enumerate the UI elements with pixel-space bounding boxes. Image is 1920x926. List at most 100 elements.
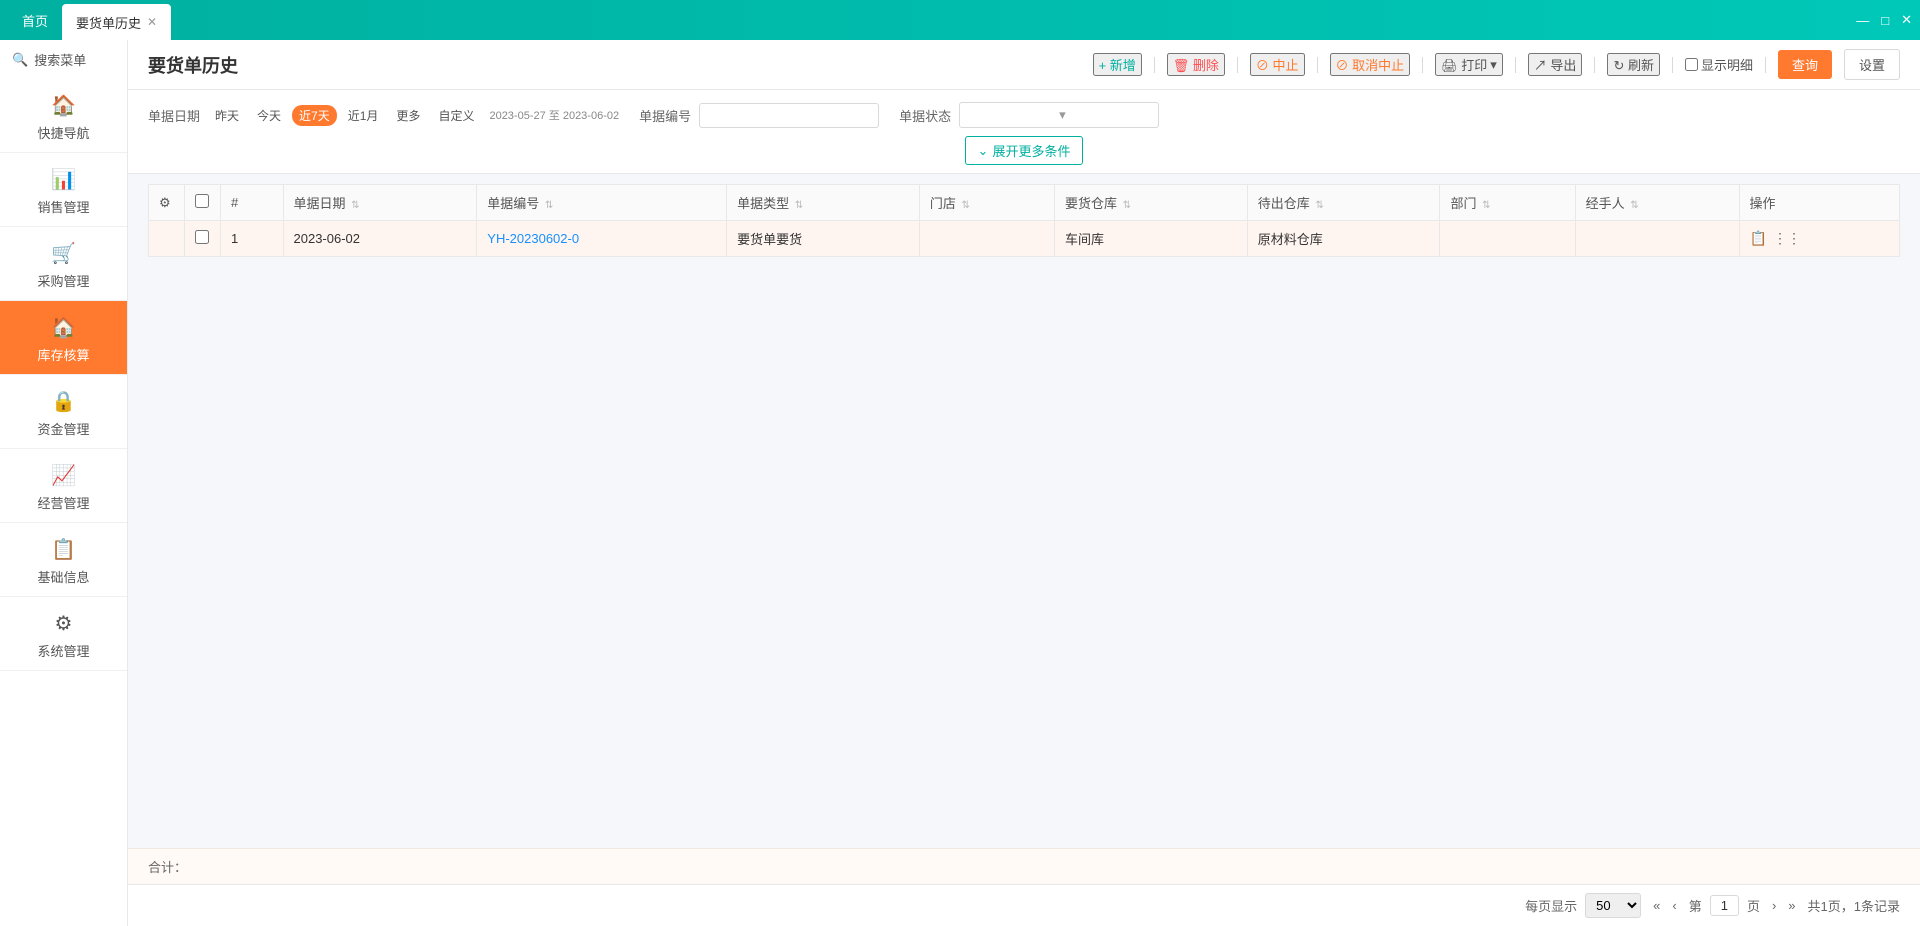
- quick-nav-icon: 🏠: [51, 93, 76, 118]
- filter-area: 单据日期 昨天 今天 近7天 近1月 更多 自定义 2023-05-27 至 2…: [128, 90, 1920, 174]
- cell-index: 1: [221, 221, 284, 257]
- cell-doc-number[interactable]: YH-20230602-0: [477, 221, 727, 257]
- pagination-bar: 每页显示 20 50 100 « ‹ 第 1 页 › » 共1页，1条记录: [128, 884, 1920, 926]
- cell-req-warehouse: 车间库: [1054, 221, 1247, 257]
- th-doc-type[interactable]: 单据类型 ⇅: [727, 185, 920, 221]
- top-bar: 首页 要货单历史 ✕ — □ ✕: [0, 0, 1920, 40]
- row-actions: 📋 ⋮⋮: [1750, 230, 1889, 247]
- date-shortcuts: 昨天 今天 近7天 近1月 更多 自定义: [208, 105, 481, 126]
- date-filter-label: 单据日期: [148, 106, 200, 125]
- cell-checkbox: [185, 221, 221, 257]
- doc-status-label: 单据状态: [899, 106, 951, 125]
- sidebar-item-finance[interactable]: 🔒 资金管理: [0, 375, 127, 449]
- window-maximize[interactable]: □: [1881, 13, 1889, 28]
- th-req-warehouse[interactable]: 要货仓库 ⇅: [1054, 185, 1247, 221]
- tab-close-icon[interactable]: ✕: [147, 15, 157, 29]
- sidebar-item-sales[interactable]: 📊 销售管理: [0, 153, 127, 227]
- th-department[interactable]: 部门 ⇅: [1440, 185, 1575, 221]
- select-all-checkbox[interactable]: [195, 194, 209, 208]
- doc-number-label: 单据编号: [639, 106, 691, 125]
- doc-status-filter-group: 单据状态 ▾: [899, 102, 1159, 128]
- tab-home[interactable]: 首页: [8, 0, 62, 40]
- cell-department: [1440, 221, 1575, 257]
- window-close[interactable]: ✕: [1901, 12, 1912, 28]
- sidebar-item-basic-info[interactable]: 📋 基础信息: [0, 523, 127, 597]
- tab-home-label: 首页: [22, 11, 48, 30]
- filter-row-1: 单据日期 昨天 今天 近7天 近1月 更多 自定义 2023-05-27 至 2…: [148, 102, 1900, 128]
- table-header-row: ⚙ # 单据日期 ⇅ 单据编号 ⇅: [149, 185, 1900, 221]
- sidebar-item-purchase[interactable]: 🛒 采购管理: [0, 227, 127, 301]
- th-handler-label: 经手人: [1586, 196, 1625, 211]
- sidebar-item-inventory[interactable]: 🏠 库存核算: [0, 301, 127, 375]
- row-checkbox[interactable]: [195, 230, 209, 244]
- sort-pending-warehouse-icon: ⇅: [1315, 200, 1323, 211]
- print-button[interactable]: 🖨 打印 ▾: [1435, 53, 1503, 76]
- purchase-icon: 🛒: [51, 241, 76, 266]
- current-page-input[interactable]: 1: [1710, 895, 1739, 916]
- expand-more-button[interactable]: ⌄ 展开更多条件: [965, 136, 1084, 165]
- divider: [1765, 57, 1766, 73]
- sidebar-item-label: 资金管理: [37, 419, 89, 438]
- page-next-button[interactable]: ›: [1768, 896, 1780, 915]
- pagination-nav: « ‹ 第 1 页 › »: [1649, 894, 1799, 917]
- refresh-button[interactable]: ↻ 刷新: [1607, 53, 1660, 76]
- th-doc-number[interactable]: 单据编号 ⇅: [477, 185, 727, 221]
- export-button[interactable]: ↗ 导出: [1528, 53, 1583, 76]
- delete-button[interactable]: 🗑 删除: [1167, 53, 1225, 76]
- sidebar-search[interactable]: 🔍 搜索菜单: [0, 40, 127, 79]
- date-btn-custom[interactable]: 自定义: [431, 105, 481, 126]
- sort-handler-icon: ⇅: [1630, 200, 1638, 211]
- query-button[interactable]: 查询: [1778, 50, 1832, 79]
- doc-status-select[interactable]: ▾: [959, 102, 1159, 128]
- row-more-icon[interactable]: ⋮⋮: [1773, 230, 1801, 247]
- th-actions: 操作: [1739, 185, 1899, 221]
- th-doc-date[interactable]: 单据日期 ⇅: [283, 185, 477, 221]
- date-btn-yesterday[interactable]: 昨天: [208, 105, 246, 126]
- show-detail-checkbox[interactable]: [1685, 58, 1698, 71]
- settings-icon: ⚙: [159, 195, 171, 210]
- total-info: 共1页，1条记录: [1808, 896, 1900, 915]
- th-store-label: 门店: [930, 196, 956, 211]
- th-pending-warehouse[interactable]: 待出仓库 ⇅: [1247, 185, 1440, 221]
- th-settings[interactable]: ⚙: [149, 185, 185, 221]
- sort-doc-number-icon: ⇅: [545, 200, 553, 211]
- cell-handler: [1575, 221, 1739, 257]
- date-btn-today[interactable]: 今天: [250, 105, 288, 126]
- tab-requisition-history[interactable]: 要货单历史 ✕: [62, 4, 171, 40]
- sidebar-item-label: 基础信息: [37, 567, 89, 586]
- settings-button[interactable]: 设置: [1844, 49, 1900, 80]
- new-button[interactable]: + 新增: [1093, 53, 1142, 76]
- page-first-button[interactable]: «: [1649, 896, 1664, 915]
- sidebar-item-system[interactable]: ⚙ 系统管理: [0, 597, 127, 671]
- divider: [1672, 57, 1673, 73]
- page-last-button[interactable]: »: [1784, 896, 1799, 915]
- window-minimize[interactable]: —: [1856, 13, 1869, 28]
- header-actions: + 新增 🗑 删除 ⊘ 中止 ⊘ 取消中止 🖨 打印 ▾ ↗ 导出 ↻ 刷新: [1093, 49, 1900, 80]
- cell-pending-warehouse: 原材料仓库: [1247, 221, 1440, 257]
- stop-button[interactable]: ⊘ 中止: [1250, 53, 1305, 76]
- doc-number-input[interactable]: [699, 103, 879, 128]
- th-store[interactable]: 门店 ⇅: [919, 185, 1054, 221]
- sort-doc-date-icon: ⇅: [351, 200, 359, 211]
- date-btn-last1month[interactable]: 近1月: [341, 105, 386, 126]
- date-btn-more[interactable]: 更多: [389, 105, 427, 126]
- cell-row-settings: [149, 221, 185, 257]
- doc-number-link[interactable]: YH-20230602-0: [487, 231, 579, 246]
- cancel-stop-button[interactable]: ⊘ 取消中止: [1330, 53, 1411, 76]
- show-detail-toggle[interactable]: 显示明细: [1685, 55, 1753, 74]
- expand-label: 展开更多条件: [992, 141, 1070, 160]
- sidebar-item-quick-nav[interactable]: 🏠 快捷导航: [0, 79, 127, 153]
- window-controls: — □ ✕: [1856, 12, 1912, 28]
- sort-req-warehouse-icon: ⇅: [1123, 200, 1131, 211]
- sidebar-item-label: 库存核算: [37, 345, 89, 364]
- page-size-select[interactable]: 20 50 100: [1585, 893, 1641, 918]
- content-area: 要货单历史 + 新增 🗑 删除 ⊘ 中止 ⊘ 取消中止 🖨 打印 ▾ ↗ 导出 …: [128, 40, 1920, 926]
- sidebar-item-operations[interactable]: 📈 经营管理: [0, 449, 127, 523]
- th-handler[interactable]: 经手人 ⇅: [1575, 185, 1739, 221]
- date-range-display: 2023-05-27 至 2023-06-02: [489, 107, 619, 123]
- cell-doc-type: 要货单要货: [727, 221, 920, 257]
- page-prev-button[interactable]: ‹: [1668, 896, 1680, 915]
- date-btn-last7days[interactable]: 近7天: [292, 105, 337, 126]
- cell-store: [919, 221, 1054, 257]
- row-edit-icon[interactable]: 📋: [1750, 230, 1767, 247]
